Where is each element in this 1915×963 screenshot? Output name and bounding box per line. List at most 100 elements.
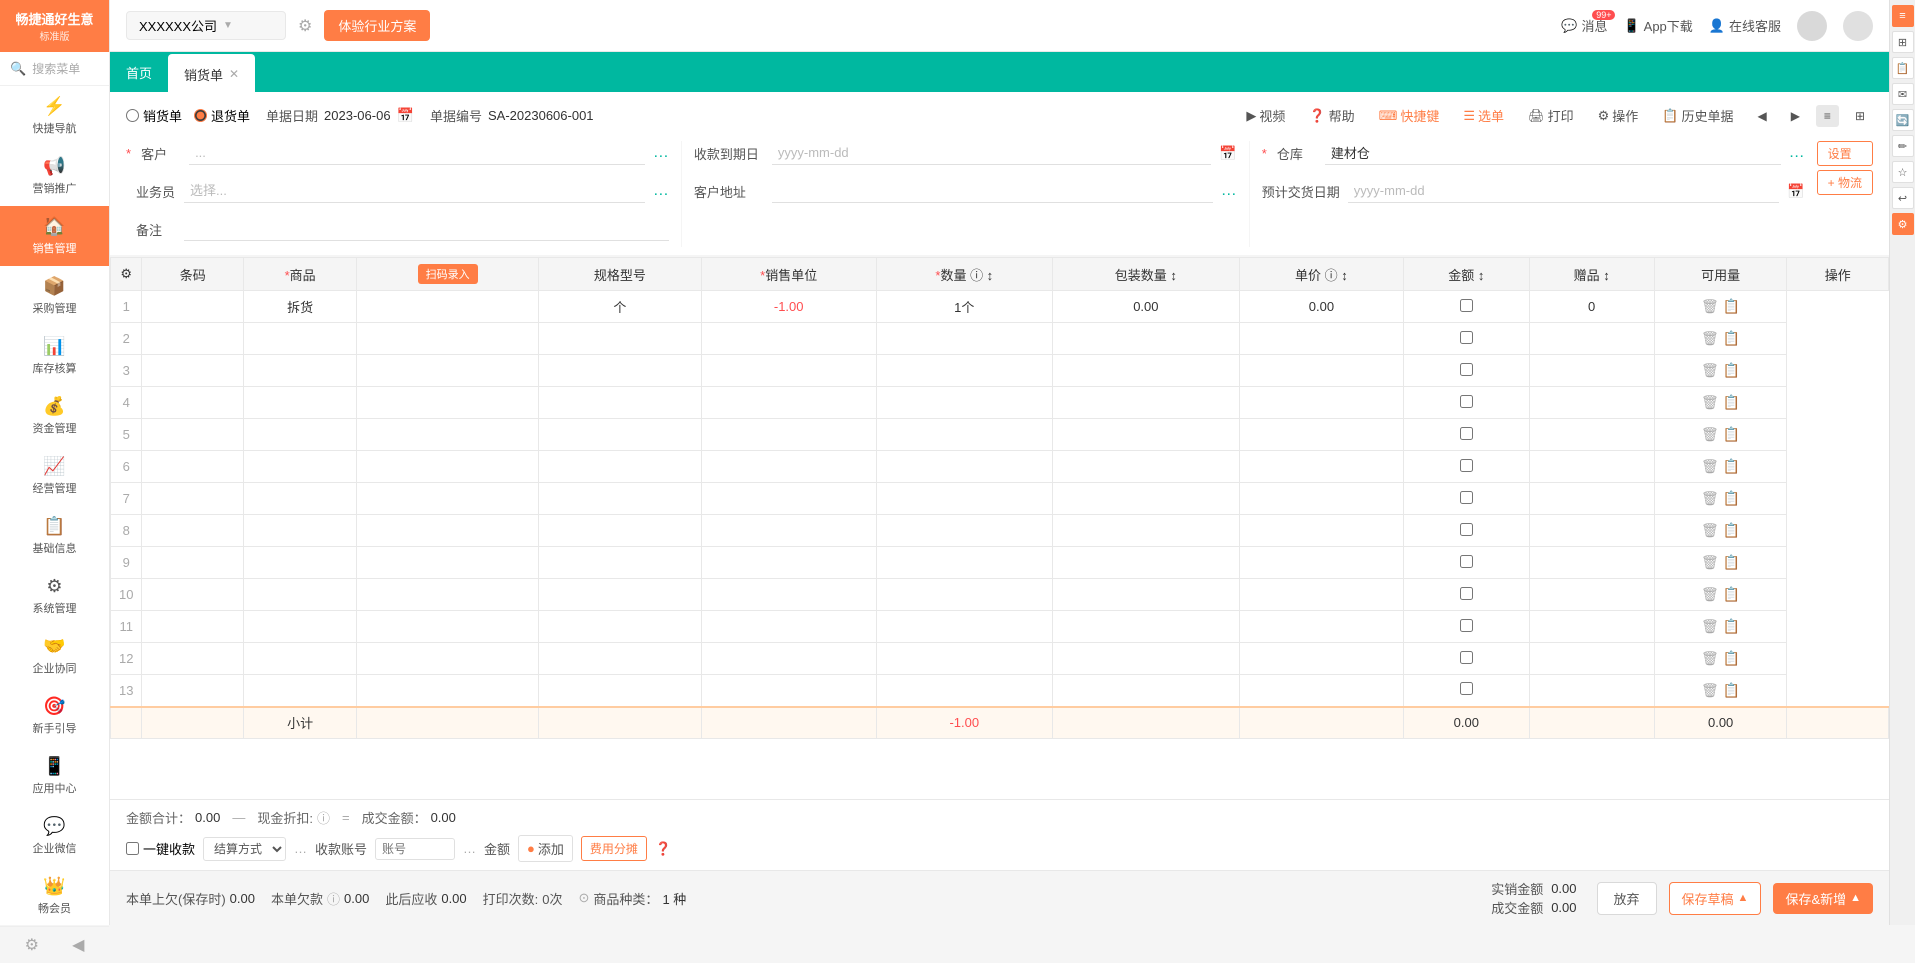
sidebar-item-search[interactable]: 🔍 搜索菜单 (0, 52, 109, 86)
payment-checkbox-input[interactable] (126, 842, 139, 855)
row-unit[interactable] (539, 387, 702, 419)
row-spec[interactable] (357, 483, 539, 515)
row-amount[interactable] (1239, 483, 1404, 515)
row-gift-checkbox[interactable] (1460, 523, 1473, 536)
customer-addr-more-icon[interactable]: … (1221, 182, 1237, 200)
row-barcode[interactable] (142, 419, 243, 451)
row-copy-icon[interactable]: 📋 (1723, 554, 1740, 571)
user-avatar-2[interactable] (1843, 11, 1873, 41)
row-delete-icon[interactable]: 🗑 (1701, 330, 1719, 347)
row-pkg-qty[interactable] (876, 323, 1052, 355)
row-pkg-qty[interactable] (876, 355, 1052, 387)
row-barcode[interactable] (142, 515, 243, 547)
row-gift-checkbox[interactable] (1460, 363, 1473, 376)
row-unit[interactable] (539, 579, 702, 611)
warehouse-input[interactable] (1325, 141, 1781, 165)
row-copy-icon[interactable]: 📋 (1723, 682, 1740, 699)
right-panel-btn-grid[interactable]: ⊞ (1892, 31, 1914, 53)
fee-split-btn[interactable]: 费用分摊 (581, 836, 647, 861)
row-delete-icon[interactable]: 🗑 (1701, 650, 1719, 667)
row-qty[interactable] (701, 547, 876, 579)
row-product[interactable] (243, 419, 356, 451)
right-panel-btn-refresh[interactable]: 🔄 (1892, 109, 1914, 131)
row-unit-price[interactable] (1053, 675, 1240, 707)
row-delete-icon[interactable]: 🗑 (1701, 458, 1719, 475)
row-barcode[interactable] (142, 323, 243, 355)
row-qty[interactable] (701, 355, 876, 387)
row-spec[interactable] (357, 515, 539, 547)
row-copy-icon[interactable]: 📋 (1723, 298, 1740, 315)
table-container[interactable]: ⚙ 条码 *商品 扫码录入 规格型号 *销售单位 *数量 ⓘ ↕ 包装数量 ↕ … (110, 257, 1889, 799)
shortcut-btn[interactable]: ⌨ 快捷键 (1371, 102, 1448, 129)
payment-checkbox[interactable]: 一键收款 (126, 839, 195, 858)
row-qty[interactable] (701, 643, 876, 675)
row-unit[interactable] (539, 483, 702, 515)
sidebar-item-basic-info[interactable]: 📋 基础信息 (0, 506, 109, 566)
row-product[interactable] (243, 643, 356, 675)
sidebar-item-beginner[interactable]: 🎯 新手引导 (0, 686, 109, 746)
right-panel-btn-doc[interactable]: 📋 (1892, 57, 1914, 79)
row-delete-icon[interactable]: 🗑 (1701, 426, 1719, 443)
row-unit[interactable] (539, 643, 702, 675)
row-unit-price[interactable] (1053, 611, 1240, 643)
row-barcode[interactable] (142, 483, 243, 515)
row-unit-price[interactable] (1053, 579, 1240, 611)
row-barcode[interactable] (142, 675, 243, 707)
row-unit-price[interactable] (1053, 483, 1240, 515)
row-barcode[interactable] (142, 291, 243, 323)
row-copy-icon[interactable]: 📋 (1723, 362, 1740, 379)
row-product[interactable] (243, 323, 356, 355)
right-panel-btn-settings[interactable]: ⚙ (1892, 213, 1914, 235)
row-copy-icon[interactable]: 📋 (1723, 586, 1740, 603)
discard-btn[interactable]: 放弃 (1597, 882, 1657, 915)
row-spec[interactable] (357, 323, 539, 355)
sidebar-collapse-icon[interactable]: ◀ (72, 935, 84, 955)
row-qty[interactable] (701, 675, 876, 707)
row-product[interactable] (243, 355, 356, 387)
row-product[interactable] (243, 451, 356, 483)
logistics-btn[interactable]: + 物流 (1817, 170, 1873, 195)
sales-order-radio[interactable]: 销货单 (126, 106, 182, 125)
warehouse-more-icon[interactable]: … (1789, 144, 1805, 162)
row-barcode[interactable] (142, 547, 243, 579)
customer-input[interactable] (189, 141, 645, 165)
row-copy-icon[interactable]: 📋 (1723, 458, 1740, 475)
row-amount[interactable] (1239, 355, 1404, 387)
row-amount[interactable]: 0.00 (1239, 291, 1404, 323)
row-unit-price[interactable] (1053, 643, 1240, 675)
row-amount[interactable] (1239, 675, 1404, 707)
row-amount[interactable] (1239, 387, 1404, 419)
row-pkg-qty[interactable] (876, 515, 1052, 547)
row-copy-icon[interactable]: 📋 (1723, 650, 1740, 667)
row-unit-price[interactable] (1053, 387, 1240, 419)
row-pkg-qty[interactable] (876, 419, 1052, 451)
return-order-radio[interactable]: 退货单 (194, 106, 250, 125)
row-gift-checkbox[interactable] (1460, 587, 1473, 600)
gear-settings-btn[interactable]: ⚙ (294, 12, 316, 40)
row-gift[interactable] (1404, 451, 1529, 483)
row-gift-checkbox[interactable] (1460, 331, 1473, 344)
right-panel-btn-list[interactable]: ≡ (1892, 5, 1914, 27)
row-qty[interactable] (701, 483, 876, 515)
row-product[interactable] (243, 483, 356, 515)
salesperson-more-icon[interactable]: … (653, 182, 669, 200)
row-spec[interactable] (357, 387, 539, 419)
right-panel-btn-edit[interactable]: ✏ (1892, 135, 1914, 157)
row-copy-icon[interactable]: 📋 (1723, 426, 1740, 443)
video-btn[interactable]: ▶ 视频 (1238, 102, 1293, 129)
row-unit[interactable] (539, 323, 702, 355)
row-amount[interactable] (1239, 451, 1404, 483)
grid-view-btn[interactable]: ⊞ (1847, 105, 1873, 127)
sidebar-item-operations[interactable]: 📈 经营管理 (0, 446, 109, 506)
row-gift[interactable] (1404, 611, 1529, 643)
row-barcode[interactable] (142, 611, 243, 643)
row-unit-price[interactable] (1053, 515, 1240, 547)
due-date-input[interactable] (772, 141, 1211, 165)
row-pkg-qty[interactable]: 1个 (876, 291, 1052, 323)
row-amount[interactable] (1239, 579, 1404, 611)
row-product[interactable] (243, 387, 356, 419)
row-qty[interactable] (701, 515, 876, 547)
row-copy-icon[interactable]: 📋 (1723, 330, 1740, 347)
row-pkg-qty[interactable] (876, 387, 1052, 419)
row-unit-price[interactable] (1053, 355, 1240, 387)
